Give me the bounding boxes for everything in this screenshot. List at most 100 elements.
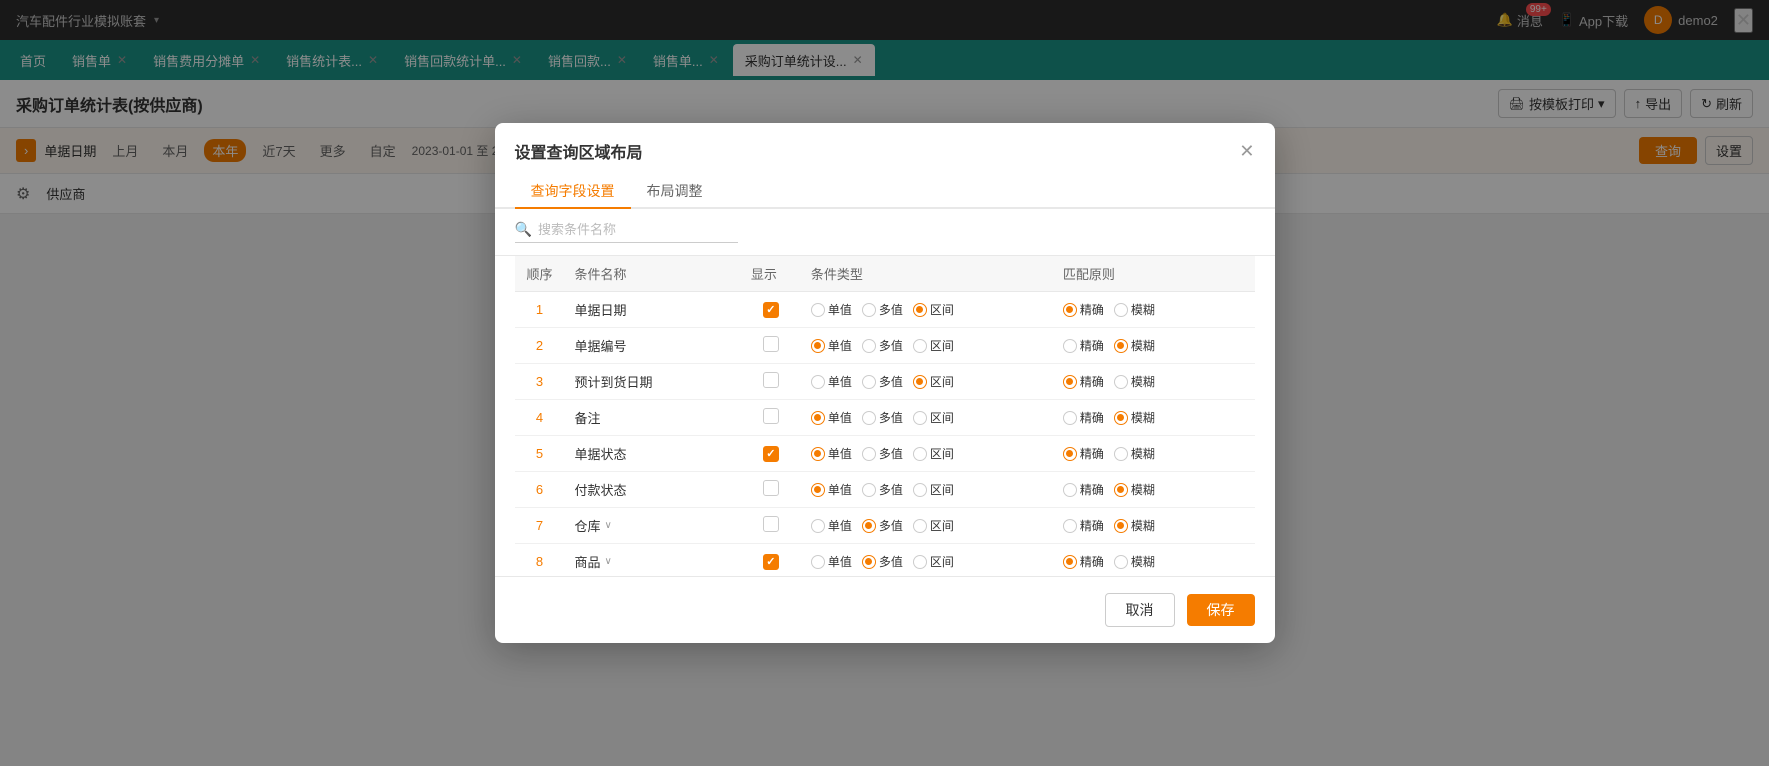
rule-radio-模糊[interactable]: 模糊 [1114,517,1155,534]
display-checkbox[interactable] [763,336,779,352]
radio-circle-rule-精确 [1063,339,1077,353]
type-radio-多值[interactable]: 多值 [862,301,903,318]
rule-radio-模糊[interactable]: 模糊 [1114,373,1155,390]
rule-radio-模糊[interactable]: 模糊 [1114,301,1155,318]
radio-circle-rule-精确 [1063,519,1077,533]
type-radio-区间[interactable]: 区间 [913,481,954,498]
row-display[interactable] [741,472,801,508]
table-row: 6付款状态单值多值区间精确模糊 [515,472,1255,508]
display-checkbox[interactable] [763,302,779,318]
modal-footer: 取消 保存 [495,576,1275,643]
rule-radio-精确[interactable]: 精确 [1063,337,1104,354]
type-radio-多值[interactable]: 多值 [862,409,903,426]
row-type: 单值多值区间 [801,292,1053,328]
row-display[interactable] [741,400,801,436]
display-checkbox[interactable] [763,446,779,462]
search-icon: 🔍 [515,221,532,238]
type-radio-区间[interactable]: 区间 [913,517,954,534]
row-order: 2 [515,328,565,364]
modal-header: 设置查询区域布局 ✕ [495,123,1275,163]
row-name[interactable]: 仓库 ∨ [565,508,741,544]
table-row: 2单据编号单值多值区间精确模糊 [515,328,1255,364]
table-row: 3预计到货日期单值多值区间精确模糊 [515,364,1255,400]
row-order: 8 [515,544,565,577]
row-display[interactable] [741,544,801,577]
col-header-order: 顺序 [515,256,565,292]
rule-radio-模糊[interactable]: 模糊 [1114,553,1155,570]
col-header-rule: 匹配原则 [1053,256,1255,292]
row-order: 1 [515,292,565,328]
row-display[interactable] [741,508,801,544]
type-radio-单值[interactable]: 单值 [811,517,852,534]
row-rule: 精确模糊 [1053,544,1255,577]
type-radio-区间[interactable]: 区间 [913,409,954,426]
cancel-button[interactable]: 取消 [1105,593,1175,627]
radio-circle-type-多值 [862,339,876,353]
row-display[interactable] [741,328,801,364]
display-checkbox[interactable] [763,516,779,532]
radio-circle-type-多值 [862,483,876,497]
radio-circle-type-单值 [811,339,825,353]
type-radio-区间[interactable]: 区间 [913,373,954,390]
modal-tabs: 查询字段设置 布局调整 [495,163,1275,209]
display-checkbox[interactable] [763,408,779,424]
type-radio-单值[interactable]: 单值 [811,409,852,426]
modal-title: 设置查询区域布局 [515,139,643,163]
type-radio-多值[interactable]: 多值 [862,445,903,462]
table-row: 8商品 ∨ 单值多值区间 精确模糊 [515,544,1255,577]
rule-radio-精确[interactable]: 精确 [1063,373,1104,390]
row-type: 单值多值区间 [801,436,1053,472]
modal-tab-layout[interactable]: 布局调整 [631,175,719,209]
row-display[interactable] [741,364,801,400]
display-checkbox[interactable] [763,554,779,570]
row-name[interactable]: 商品 ∨ [565,544,741,577]
type-radio-多值[interactable]: 多值 [862,337,903,354]
rule-radio-模糊[interactable]: 模糊 [1114,481,1155,498]
rule-radio-精确[interactable]: 精确 [1063,409,1104,426]
row-type: 单值多值区间 [801,400,1053,436]
save-button[interactable]: 保存 [1187,594,1255,626]
rule-radio-模糊[interactable]: 模糊 [1114,337,1155,354]
modal-tab-fields[interactable]: 查询字段设置 [515,175,631,209]
rule-radio-模糊[interactable]: 模糊 [1114,409,1155,426]
radio-circle-type-区间 [913,519,927,533]
radio-circle-rule-精确 [1063,555,1077,569]
type-radio-单值[interactable]: 单值 [811,445,852,462]
col-header-name: 条件名称 [565,256,741,292]
type-radio-多值[interactable]: 多值 [862,517,903,534]
row-display[interactable] [741,292,801,328]
type-radio-区间[interactable]: 区间 [913,337,954,354]
row-order: 7 [515,508,565,544]
modal-close-button[interactable]: ✕ [1239,141,1254,162]
rule-radio-精确[interactable]: 精确 [1063,445,1104,462]
type-radio-多值[interactable]: 多值 [862,373,903,390]
display-checkbox[interactable] [763,480,779,496]
type-radio-单值[interactable]: 单值 [811,553,852,570]
radio-circle-rule-模糊 [1114,339,1128,353]
rule-radio-模糊[interactable]: 模糊 [1114,445,1155,462]
rule-radio-精确[interactable]: 精确 [1063,481,1104,498]
type-radio-区间[interactable]: 区间 [913,301,954,318]
rule-radio-精确[interactable]: 精确 [1063,553,1104,570]
display-checkbox[interactable] [763,372,779,388]
radio-circle-type-区间 [913,447,927,461]
rule-radio-精确[interactable]: 精确 [1063,517,1104,534]
radio-circle-rule-精确 [1063,411,1077,425]
row-type: 单值多值区间 [801,508,1053,544]
row-order: 3 [515,364,565,400]
row-rule: 精确模糊 [1053,364,1255,400]
type-radio-单值[interactable]: 单值 [811,301,852,318]
type-radio-区间[interactable]: 区间 [913,553,954,570]
row-type: 单值多值区间 [801,364,1053,400]
type-radio-单值[interactable]: 单值 [811,337,852,354]
type-radio-区间[interactable]: 区间 [913,445,954,462]
row-display[interactable] [741,436,801,472]
search-input[interactable] [538,222,738,237]
type-radio-多值[interactable]: 多值 [862,553,903,570]
type-radio-多值[interactable]: 多值 [862,481,903,498]
type-radio-单值[interactable]: 单值 [811,373,852,390]
rule-radio-精确[interactable]: 精确 [1063,301,1104,318]
radio-circle-type-区间 [913,339,927,353]
radio-circle-type-单值 [811,447,825,461]
type-radio-单值[interactable]: 单值 [811,481,852,498]
